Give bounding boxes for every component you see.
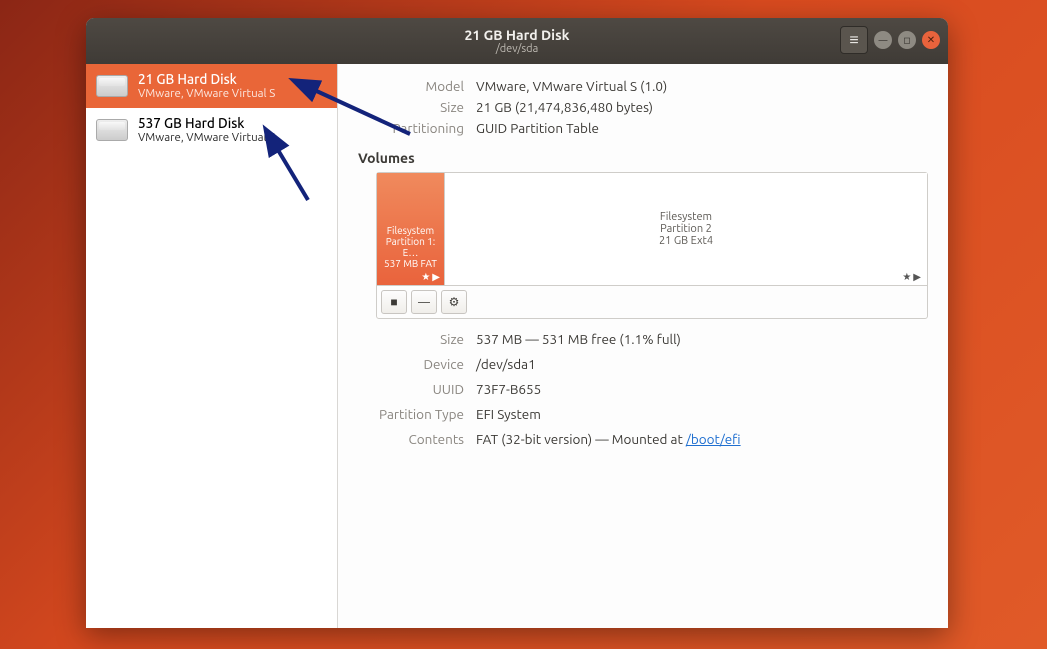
stop-icon: ■ (390, 295, 397, 309)
detail-row-device: Device /dev/sda1 (358, 356, 928, 372)
detail-row-contents: Contents FAT (32-bit version) — Mounted … (358, 431, 928, 447)
star-icon: ★ (421, 271, 430, 283)
body-area: 21 GB Hard Disk VMware, VMware Virtual S… (86, 64, 948, 628)
star-icon: ★ (902, 271, 911, 283)
maximize-icon: ◻ (903, 35, 910, 46)
value-contents: FAT (32-bit version) — Mounted at /boot/… (476, 431, 741, 447)
contents-prefix: FAT (32-bit version) — Mounted at (476, 431, 686, 447)
disk-title: 537 GB Hard Disk (138, 115, 275, 131)
partition-2-line2: Partition 2 (660, 223, 712, 235)
volume-toolbar: ■ — ⚙ (377, 285, 927, 318)
disk-subtitle: VMware, VMware Virtual S (138, 131, 275, 145)
info-row-size: Size 21 GB (21,474,836,480 bytes) (358, 99, 928, 115)
partition-2-line3: 21 GB Ext4 (659, 235, 713, 247)
hard-disk-icon (96, 119, 128, 141)
info-row-partitioning: Partitioning GUID Partition Table (358, 120, 928, 136)
partition-2[interactable]: Filesystem Partition 2 21 GB Ext4 ★ ▶ (445, 173, 927, 285)
label-model: Model (358, 78, 476, 94)
minimize-button[interactable]: — (874, 31, 892, 49)
label-detail-size: Size (358, 331, 476, 347)
partition-1[interactable]: Filesystem Partition 1: E… 537 MB FAT ★ … (377, 173, 445, 285)
disk-text: 21 GB Hard Disk VMware, VMware Virtual S (138, 71, 275, 101)
disks-window: 21 GB Hard Disk /dev/sda ≡ — ◻ ✕ 21 GB H… (86, 18, 948, 628)
volumes-header: Volumes (358, 150, 928, 166)
volumes-box: Filesystem Partition 1: E… 537 MB FAT ★ … (376, 172, 928, 319)
value-uuid: 73F7-B655 (476, 381, 541, 397)
hard-disk-icon (96, 75, 128, 97)
unmount-button[interactable]: ■ (381, 290, 407, 314)
minimize-icon: — (879, 35, 888, 45)
titlebar: 21 GB Hard Disk /dev/sda ≡ — ◻ ✕ (86, 18, 948, 64)
sidebar-disk-item[interactable]: 21 GB Hard Disk VMware, VMware Virtual S (86, 64, 337, 108)
hamburger-menu-button[interactable]: ≡ (840, 26, 868, 54)
label-ptype: Partition Type (358, 406, 476, 422)
close-button[interactable]: ✕ (922, 31, 940, 49)
value-model: VMware, VMware Virtual S (1.0) (476, 78, 667, 94)
partition-1-line2: Partition 1: E… (379, 236, 442, 258)
detail-row-ptype: Partition Type EFI System (358, 406, 928, 422)
close-icon: ✕ (927, 34, 935, 46)
sidebar-disk-item[interactable]: 537 GB Hard Disk VMware, VMware Virtual … (86, 108, 337, 152)
sidebar: 21 GB Hard Disk VMware, VMware Virtual S… (86, 64, 338, 628)
disk-text: 537 GB Hard Disk VMware, VMware Virtual … (138, 115, 275, 145)
play-icon: ▶ (432, 271, 440, 283)
main-panel: Model VMware, VMware Virtual S (1.0) Siz… (338, 64, 948, 628)
play-icon: ▶ (913, 271, 921, 283)
partition-2-badges: ★ ▶ (902, 271, 921, 283)
label-size: Size (358, 99, 476, 115)
value-detail-size: 537 MB — 531 MB free (1.1% full) (476, 331, 681, 347)
partition-1-badges: ★ ▶ (421, 271, 440, 283)
hamburger-icon: ≡ (849, 31, 858, 50)
mount-point-link[interactable]: /boot/efi (686, 431, 741, 447)
disk-title: 21 GB Hard Disk (138, 71, 275, 87)
disk-subtitle: VMware, VMware Virtual S (138, 87, 275, 101)
detail-row-uuid: UUID 73F7-B655 (358, 381, 928, 397)
gear-icon: ⚙ (449, 295, 460, 309)
info-row-model: Model VMware, VMware Virtual S (1.0) (358, 78, 928, 94)
value-device: /dev/sda1 (476, 356, 536, 372)
window-title: 21 GB Hard Disk (464, 27, 569, 43)
partition-1-line3: 537 MB FAT (384, 258, 437, 269)
partition-1-line1: Filesystem (387, 225, 434, 236)
label-uuid: UUID (358, 381, 476, 397)
titlebar-controls: ≡ — ◻ ✕ (840, 26, 940, 54)
delete-partition-button[interactable]: — (411, 290, 437, 314)
volumes-strip: Filesystem Partition 1: E… 537 MB FAT ★ … (377, 173, 927, 285)
label-contents: Contents (358, 431, 476, 447)
value-partitioning: GUID Partition Table (476, 120, 599, 136)
partition-details: Size 537 MB — 531 MB free (1.1% full) De… (358, 331, 928, 447)
title-center: 21 GB Hard Disk /dev/sda (464, 27, 569, 56)
minus-icon: — (418, 296, 430, 309)
detail-row-size: Size 537 MB — 531 MB free (1.1% full) (358, 331, 928, 347)
value-ptype: EFI System (476, 406, 541, 422)
window-subtitle: /dev/sda (464, 43, 569, 56)
partition-2-line1: Filesystem (660, 211, 712, 223)
value-size: 21 GB (21,474,836,480 bytes) (476, 99, 653, 115)
label-device: Device (358, 356, 476, 372)
maximize-button[interactable]: ◻ (898, 31, 916, 49)
partition-options-button[interactable]: ⚙ (441, 290, 467, 314)
label-partitioning: Partitioning (358, 120, 476, 136)
